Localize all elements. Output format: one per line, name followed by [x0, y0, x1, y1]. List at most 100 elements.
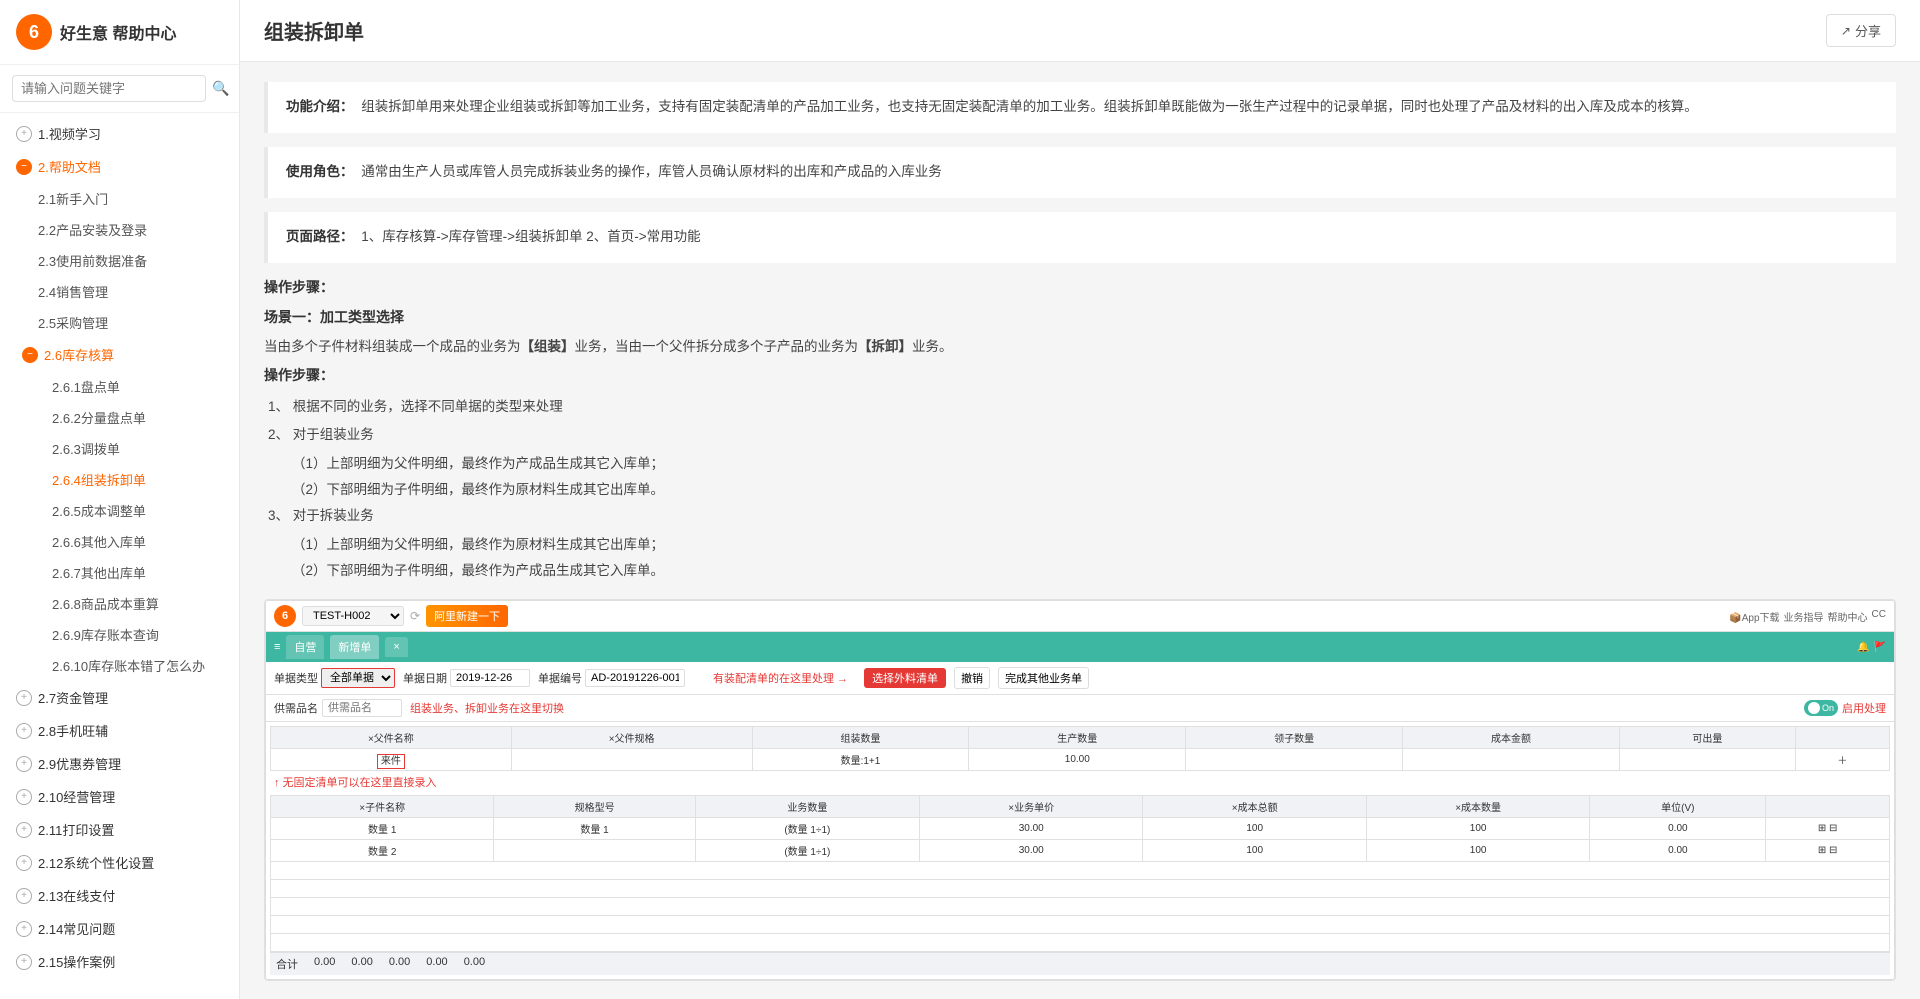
sidebar-item-partial[interactable]: 2.6.2分量盘点单 [0, 402, 239, 433]
th-child-qty: 领子数量 [1186, 727, 1403, 749]
td-part-name: 来件 [271, 749, 512, 771]
th-action [1795, 727, 1889, 749]
part-name-input[interactable]: 来件 [377, 754, 405, 769]
app-guide-icon[interactable]: 业务指导 [1784, 609, 1824, 624]
sidebar-item-sales[interactable]: 2.4销售管理 [0, 276, 239, 307]
th-ops [1766, 796, 1890, 818]
red-hint-middle: 组装业务、拆卸业务在这里切换 [410, 700, 564, 716]
sidebar-item-otherOut[interactable]: 2.6.7其他出库单 [0, 557, 239, 588]
td-row-actions[interactable]: ＋ [1795, 749, 1889, 771]
sidebar-item-stockCheck[interactable]: 2.6.9库存账本查询 [0, 619, 239, 650]
sidebar-item-accountErr[interactable]: 2.6.10库存账本错了怎么办 [0, 650, 239, 681]
red-annotation-bottom: ↑ 无固定清单可以在这里直接录入 [270, 771, 1890, 793]
app-sub-form-row: 供需品名 组装业务、拆卸业务在这里切换 On 启用处理 [266, 695, 1894, 722]
td-row-ops-2[interactable]: ⊞ ⊟ [1766, 840, 1890, 862]
app-download-icon[interactable]: 📦App下载 [1729, 609, 1779, 624]
td-unit-p-2: 30.00 [920, 840, 1143, 862]
th-cost: 成本金额 [1403, 727, 1620, 749]
step-1: 1、 根据不同的业务，选择不同单据的类型来处理 [268, 395, 1896, 419]
select-bom-btn[interactable]: 选择外料清单 [864, 668, 946, 688]
plus-icon: + [16, 126, 32, 142]
red-hint-top: 有装配清单的在这里处理 → [713, 670, 848, 686]
sidebar-item-stocktake[interactable]: 2.6.1盘点单 [0, 371, 239, 402]
table-row: 来件 数量:1+1 10.00 ＋ [271, 749, 1890, 771]
th-child-name: ×子件名称 [271, 796, 494, 818]
plus-icon-4: + [16, 756, 32, 772]
sidebar: 6 好生意 帮助中心 🔍 + 1.视频学习 − 2.帮助文档 2.1新手入门 2… [0, 0, 240, 999]
sidebar-item-dataPrep[interactable]: 2.3使用前数据准备 [0, 245, 239, 276]
page-header: 组装拆卸单 ↗ 分享 [240, 0, 1920, 62]
sidebar-item-finance[interactable]: + 2.7资金管理 [0, 681, 239, 714]
role-text: 通常由生产人员或库管人员完成拆装业务的操作，库管人员确认原材料的出库和产成品的入… [361, 164, 942, 179]
search-area[interactable]: 🔍 [0, 65, 239, 113]
sidebar-item-case[interactable]: + 2.15操作案例 [0, 945, 239, 978]
scenario-desc: 当由多个子件材料组装成一个成品的业务为【组装】业务，当由一个父件拆分成多个子产品… [264, 335, 1896, 359]
sidebar-item-print[interactable]: + 2.11打印设置 [0, 813, 239, 846]
td-child-name-1: 数量 1 [271, 818, 494, 840]
app-bell-icon[interactable]: 🔔 [1857, 642, 1869, 653]
sidebar-item-assembly[interactable]: 2.6.4组装拆卸单 [0, 464, 239, 495]
nav-section: + 1.视频学习 − 2.帮助文档 2.1新手入门 2.2产品安装及登录 2.3… [0, 113, 239, 982]
app-cc-icon[interactable]: CC [1872, 609, 1886, 624]
app-flag-icon[interactable]: 🚩 [1874, 642, 1886, 653]
app-refresh-icon[interactable]: ⟳ [410, 609, 420, 623]
ops-title: 操作步骤： [264, 277, 1896, 297]
toggle-switch[interactable]: On [1804, 700, 1838, 716]
app-top-bar: 6 TEST-H002 ⟳ 阿里新建一下 📦App下载 业务指导 帮助中心 CC [266, 601, 1894, 632]
sidebar-item-costAdj[interactable]: 2.6.5成本调整单 [0, 495, 239, 526]
sidebar-item-onlinePay[interactable]: + 2.13在线支付 [0, 879, 239, 912]
sidebar-item-mobile[interactable]: + 2.8手机旺辅 [0, 714, 239, 747]
logo-text: 好生意 帮助中心 [60, 20, 176, 44]
app-table-bottom: ×子件名称 规格型号 业务数量 ×业务单价 ×成本总额 ×成本数量 单位(V) [270, 795, 1890, 952]
td-biz-qty-1: (数量 1÷1) [695, 818, 919, 840]
td-prod-qty: 10.00 [969, 749, 1186, 771]
supply-input[interactable] [322, 699, 402, 717]
sidebar-item-costCalc[interactable]: 2.6.8商品成本重算 [0, 588, 239, 619]
sidebar-item-adjust[interactable]: 2.6.3调拨单 [0, 433, 239, 464]
sidebar-item-faq[interactable]: + 2.14常见问题 [0, 912, 239, 945]
app-screenshot: 6 TEST-H002 ⟳ 阿里新建一下 📦App下载 业务指导 帮助中心 CC [265, 600, 1895, 980]
form-type-label: 单据类型 [274, 670, 318, 686]
sidebar-item-ops[interactable]: + 2.10经营管理 [0, 780, 239, 813]
td-unit-v-2: 0.00 [1590, 840, 1766, 862]
supply-form-group: 供需品名 [274, 699, 402, 717]
plus-icon-6: + [16, 822, 32, 838]
supply-label: 供需品名 [274, 700, 318, 716]
toggle-label: On [1822, 703, 1834, 713]
form-type-select[interactable]: 全部单据 [321, 668, 395, 688]
app-tables-area: ×父件名称 ×父件规格 组装数量 生产数量 领子数量 成本金额 可出量 [266, 722, 1894, 979]
complete-other-btn[interactable]: 完成其他业务单 [998, 667, 1089, 689]
app-nav-tab-new[interactable]: 新增单 [330, 635, 379, 659]
path-label: 页面路径： [286, 229, 354, 244]
share-button[interactable]: ↗ 分享 [1826, 14, 1896, 47]
td-asm-qty: 数量:1+1 [752, 749, 969, 771]
sidebar-item-purchase[interactable]: 2.5采购管理 [0, 307, 239, 338]
sidebar-item-newbie[interactable]: 2.1新手入门 [0, 183, 239, 214]
app-nav-bar: ≡ 自营 新增单 × 🔔 🚩 [266, 632, 1894, 662]
app-nav-tab-close[interactable]: × [385, 637, 407, 657]
sidebar-item-video[interactable]: + 1.视频学习 [0, 117, 239, 150]
sidebar-item-inventory[interactable]: − 2.6库存核算 [0, 338, 239, 371]
sidebar-item-otherIn[interactable]: 2.6.6其他入库单 [0, 526, 239, 557]
table-bottom-header-row: ×子件名称 规格型号 业务数量 ×业务单价 ×成本总额 ×成本数量 单位(V) [271, 796, 1890, 818]
sidebar-item-coupon[interactable]: + 2.9优惠券管理 [0, 747, 239, 780]
td-row-ops-1[interactable]: ⊞ ⊟ [1766, 818, 1890, 840]
app-new-btn[interactable]: 阿里新建一下 [426, 605, 508, 627]
search-button[interactable]: 🔍 [212, 80, 229, 97]
form-date-input[interactable] [450, 669, 530, 687]
search-input[interactable] [12, 75, 206, 102]
minus-orange-icon: − [22, 347, 38, 363]
form-num-input[interactable] [585, 669, 685, 687]
app-icon-group: 📦App下载 业务指导 帮助中心 CC [1729, 609, 1886, 624]
sidebar-item-install[interactable]: 2.2产品安装及登录 [0, 214, 239, 245]
app-org-select[interactable]: TEST-H002 [302, 606, 404, 626]
sidebar-item-custom[interactable]: + 2.12系统个性化设置 [0, 846, 239, 879]
td-unit-v-1: 0.00 [1590, 818, 1766, 840]
app-help-icon[interactable]: 帮助中心 [1828, 609, 1868, 624]
app-nav-tab-home[interactable]: 自营 [286, 635, 324, 659]
sidebar-item-helpDocs[interactable]: − 2.帮助文档 [0, 150, 239, 183]
feature-intro-box: 功能介绍： 组装拆卸单用来处理企业组装或拆卸等加工业务，支持有固定装配清单的产品… [264, 82, 1896, 133]
scenario-title: 场景一：加工类型选择 [264, 307, 1896, 327]
page-title: 组装拆卸单 [264, 16, 364, 45]
undo-btn[interactable]: 撤销 [954, 667, 990, 689]
